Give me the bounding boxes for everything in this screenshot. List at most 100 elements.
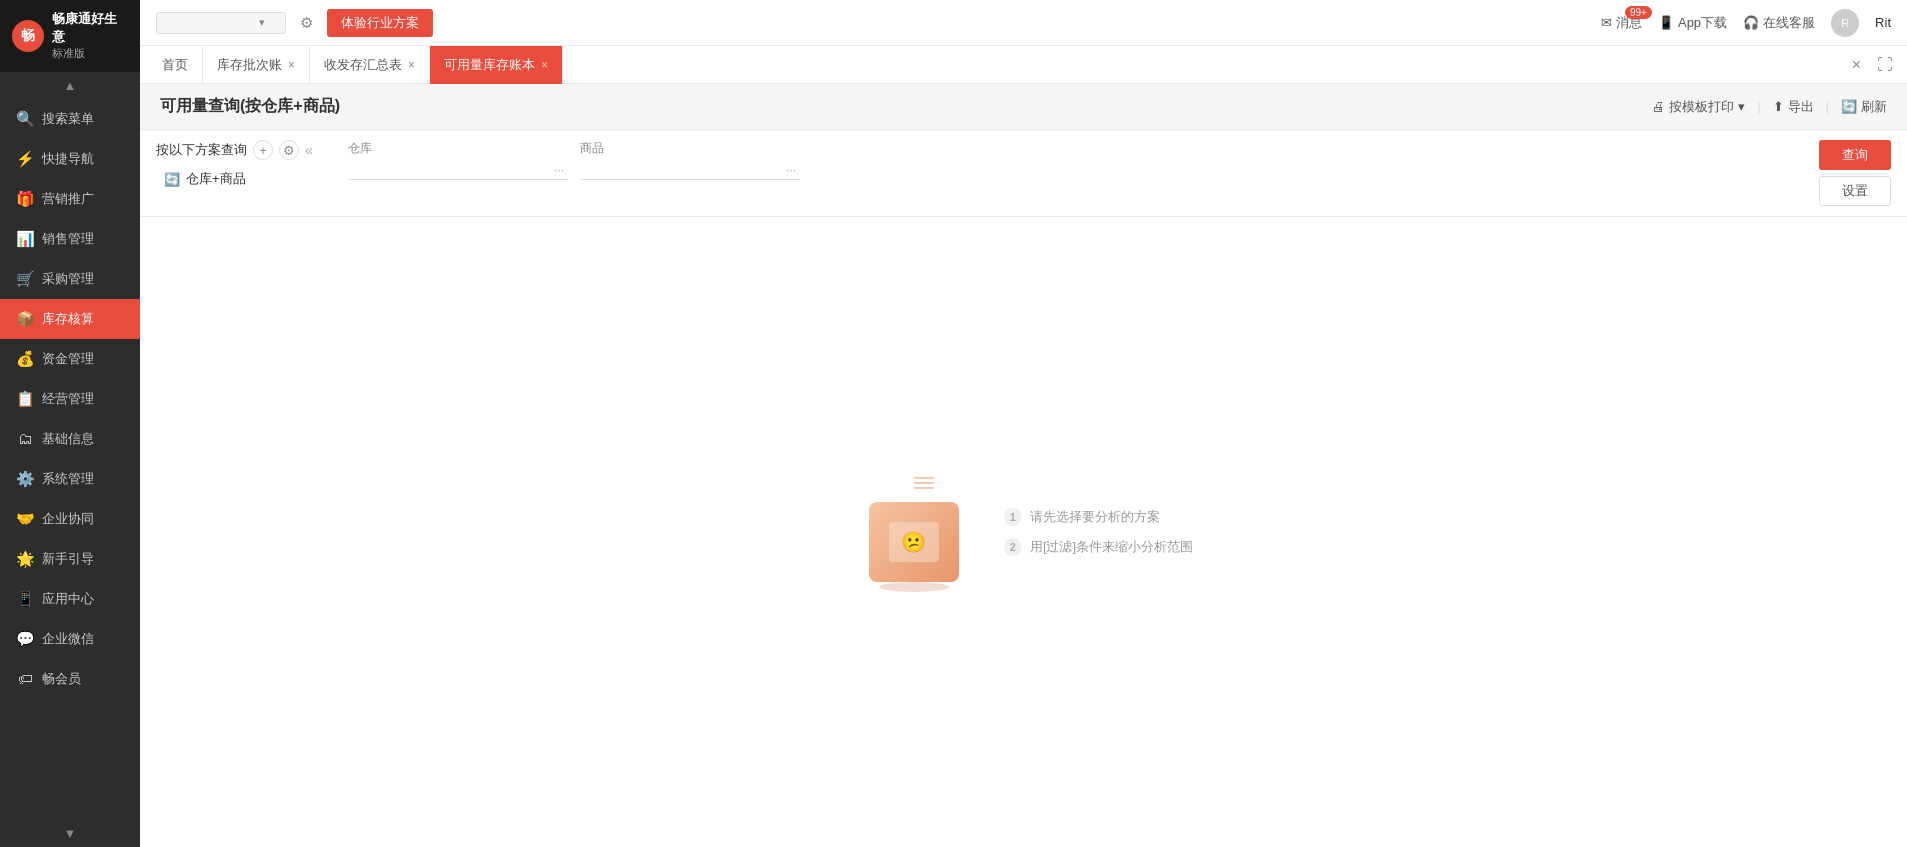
sidebar-item-label: 营销推广 [42,190,94,208]
tab-maximize-button[interactable]: ⛶ [1871,52,1899,78]
empty-shadow [879,582,949,592]
headset-icon: 🎧 [1743,15,1759,30]
topbar-right: ✉ 消息 99+ 📱 App下载 🎧 在线客服 R Rit [1601,9,1891,37]
divider-1: | [1757,99,1760,114]
tab-available-label: 可用量库存账本 [444,56,535,74]
print-button[interactable]: 🖨 按模板打印 ▾ [1652,98,1745,116]
sidebar-item-label: 搜索菜单 [42,110,94,128]
tab-available[interactable]: 可用量库存账本 × [430,46,563,84]
add-icon: + [259,143,267,158]
sidebar-item-label: 基础信息 [42,430,94,448]
warehouse-product-scheme[interactable]: 🔄 仓库+商品 [156,166,336,192]
username-label[interactable]: Rit [1875,15,1891,30]
refresh-label: 刷新 [1861,98,1887,116]
money-icon: 💰 [16,350,34,368]
message-icon: ✉ [1601,15,1612,30]
tab-home[interactable]: 首页 [148,46,203,84]
hint-text-1: 请先选择要分析的方案 [1030,508,1160,526]
warehouse-filter-field: 仓库 ··· [348,140,568,180]
sidebar-item-label: 系统管理 [42,470,94,488]
brand-icon: 畅 [12,20,44,52]
sidebar-item-marketing[interactable]: 🎁 营销推广 [0,179,140,219]
sidebar-item-purchase[interactable]: 🛒 采购管理 [0,259,140,299]
sidebar-item-wechat[interactable]: 💬 企业微信 [0,619,140,659]
tag-icon: 🏷 [16,670,34,687]
sidebar-item-finance[interactable]: 💰 资金管理 [0,339,140,379]
refresh-icon: 🔄 [1841,99,1857,114]
tab-home-label: 首页 [162,56,188,74]
collapse-button[interactable]: « [305,142,313,158]
sidebar-item-inventory[interactable]: 📦 库存核算 [0,299,140,339]
filter-scheme-panel: 按以下方案查询 + ⚙ « 🔄 仓库+商品 [156,140,336,192]
app-download-label: App下载 [1678,14,1727,32]
app-download-button[interactable]: 📱 App下载 [1658,14,1727,32]
filter-fields: 仓库 ··· 商品 ··· [348,140,1807,180]
deco-line-3 [914,487,934,489]
sidebar-item-label: 库存核算 [42,310,94,328]
deco-line-2 [914,482,934,484]
topbar: ▾ ⚙ 体验行业方案 ✉ 消息 99+ 📱 App下载 🎧 在线客服 R Rit [140,0,1907,46]
tab-available-close[interactable]: × [541,59,548,71]
filter-settings-button[interactable]: 设置 [1819,176,1891,206]
sidebar-item-appstore[interactable]: 📱 应用中心 [0,579,140,619]
empty-illustration: 😕 [854,472,974,592]
settings-icon[interactable]: ⚙ [300,14,313,32]
handshake-icon: 🤝 [16,510,34,528]
online-support-button[interactable]: 🎧 在线客服 [1743,14,1815,32]
sidebar-item-sales[interactable]: 📊 销售管理 [0,219,140,259]
product-input[interactable] [584,162,782,177]
scheme-item-label: 仓库+商品 [186,170,246,188]
sidebar-item-quicknav[interactable]: ⚡ 快捷导航 [0,139,140,179]
tab-bar: 首页 库存批次账 × 收发存汇总表 × 可用量库存账本 × × ⛶ [140,46,1907,84]
tabs-actions: × ⛶ [1846,52,1899,78]
tab-close-all-button[interactable]: × [1846,52,1867,78]
sidebar-scroll-up[interactable]: ▲ [0,72,140,99]
sidebar-item-basic[interactable]: 🗂 基础信息 [0,419,140,459]
sidebar-item-member[interactable]: 🏷 畅会员 [0,659,140,699]
sidebar-item-operations[interactable]: 📋 经营管理 [0,379,140,419]
sidebar-item-label: 经营管理 [42,390,94,408]
print-dropdown-icon[interactable]: ▾ [1738,99,1745,114]
tab-batch[interactable]: 库存批次账 × [203,46,310,84]
topbar-search-input[interactable] [165,16,255,30]
tab-summary-close[interactable]: × [408,59,415,71]
search-icon: 🔍 [16,110,34,128]
empty-hint-2: 2 用[过滤]条件来缩小分析范围 [1004,538,1193,556]
filter-actions: 查询 设置 [1819,140,1891,206]
sidebar: 畅 畅康通好生意 标准版 ▲ 🔍 搜索菜单 ⚡ 快捷导航 🎁 营销推广 📊 销售… [0,0,140,847]
empty-state: 😕 1 请先选择要分析的方案 2 用[过滤]条件来缩小分析范围 [140,217,1907,847]
star-icon: 🌟 [16,550,34,568]
query-button[interactable]: 查询 [1819,140,1891,170]
product-more-icon[interactable]: ··· [786,163,796,177]
sidebar-item-search[interactable]: 🔍 搜索菜单 [0,99,140,139]
hint-num-2: 2 [1004,538,1022,556]
tab-summary[interactable]: 收发存汇总表 × [310,46,430,84]
refresh-button[interactable]: 🔄 刷新 [1841,98,1887,116]
filter-bar: 按以下方案查询 + ⚙ « 🔄 仓库+商品 仓库 ··· [140,130,1907,217]
sidebar-header: 畅 畅康通好生意 标准版 [0,0,140,72]
filter-scheme-label: 按以下方案查询 [156,141,247,159]
phone-icon: 📱 [1658,15,1674,30]
avatar-initials: R [1841,17,1849,29]
warehouse-input-wrap: ··· [348,160,568,180]
sidebar-item-label: 企业微信 [42,630,94,648]
lightning-icon: ⚡ [16,150,34,168]
warehouse-more-icon[interactable]: ··· [554,163,564,177]
warehouse-input[interactable] [352,162,550,177]
sidebar-item-enterprise[interactable]: 🤝 企业协同 [0,499,140,539]
sidebar-scroll-down[interactable]: ▼ [0,820,140,847]
sidebar-item-label: 采购管理 [42,270,94,288]
sidebar-item-system[interactable]: ⚙️ 系统管理 [0,459,140,499]
filter-scheme-header: 按以下方案查询 + ⚙ « [156,140,336,160]
clipboard-icon: 📋 [16,390,34,408]
scheme-icon: 🔄 [164,172,180,187]
scheme-settings-button[interactable]: ⚙ [279,140,299,160]
sidebar-item-newbie[interactable]: 🌟 新手引导 [0,539,140,579]
tab-batch-close[interactable]: × [288,59,295,71]
add-scheme-button[interactable]: + [253,140,273,160]
export-button[interactable]: ⬆ 导出 [1773,98,1814,116]
sidebar-item-label: 新手引导 [42,550,94,568]
message-button[interactable]: ✉ 消息 99+ [1601,14,1642,32]
trial-button[interactable]: 体验行业方案 [327,9,433,37]
chevron-down-icon[interactable]: ▾ [259,16,265,29]
